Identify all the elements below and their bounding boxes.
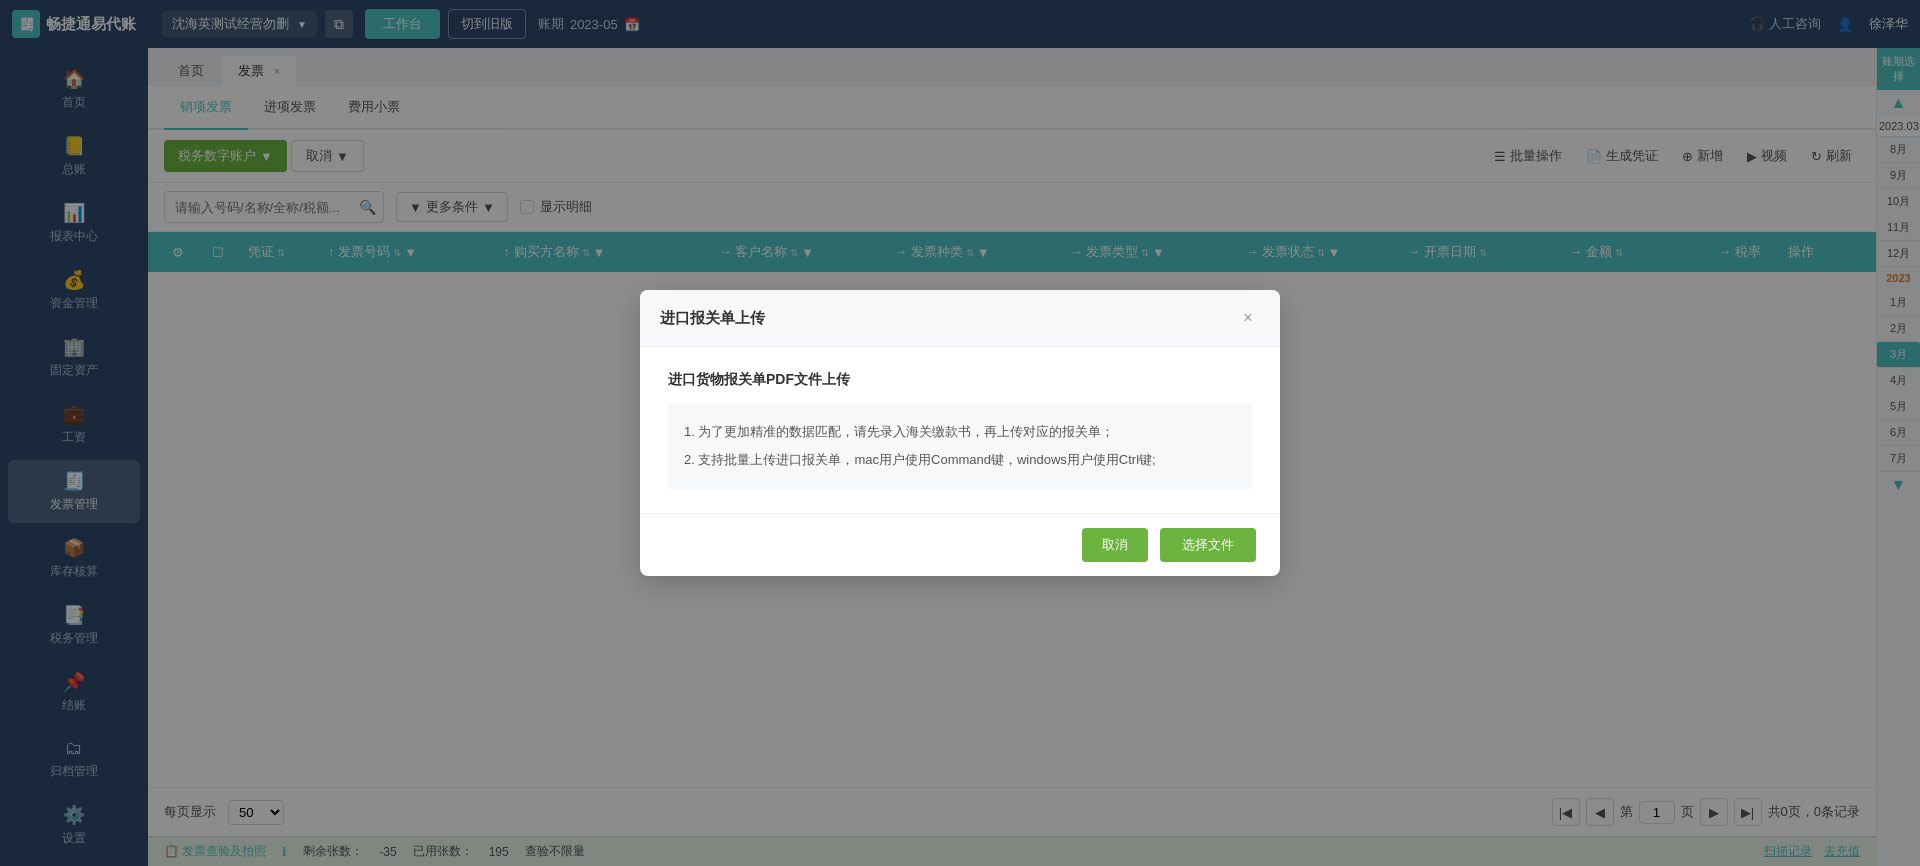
modal-cancel-label: 取消 bbox=[1102, 537, 1128, 552]
modal-file-title: 进口货物报关单PDF文件上传 bbox=[668, 371, 1252, 389]
modal-footer: 取消 选择文件 bbox=[640, 513, 1280, 576]
modal-close-button[interactable]: × bbox=[1236, 306, 1260, 330]
modal-header: 进口报关单上传 × bbox=[640, 290, 1280, 347]
modal-body: 进口货物报关单PDF文件上传 1. 为了更加精准的数据匹配，请先录入海关缴款书，… bbox=[640, 347, 1280, 513]
modal-overlay: 进口报关单上传 × 进口货物报关单PDF文件上传 1. 为了更加精准的数据匹配，… bbox=[0, 0, 1920, 866]
import-customs-modal: 进口报关单上传 × 进口货物报关单PDF文件上传 1. 为了更加精准的数据匹配，… bbox=[640, 290, 1280, 576]
modal-title: 进口报关单上传 bbox=[660, 309, 765, 328]
modal-notice: 1. 为了更加精准的数据匹配，请先录入海关缴款书，再上传对应的报关单； 2. 支… bbox=[668, 403, 1252, 489]
modal-select-label: 选择文件 bbox=[1182, 537, 1234, 552]
notice-line-1: 1. 为了更加精准的数据匹配，请先录入海关缴款书，再上传对应的报关单； bbox=[684, 419, 1236, 445]
close-icon: × bbox=[1243, 309, 1252, 327]
notice-line-2: 2. 支持批量上传进口报关单，mac用户使用Command键，windows用户… bbox=[684, 447, 1236, 473]
modal-cancel-button[interactable]: 取消 bbox=[1082, 528, 1148, 562]
modal-select-file-button[interactable]: 选择文件 bbox=[1160, 528, 1256, 562]
